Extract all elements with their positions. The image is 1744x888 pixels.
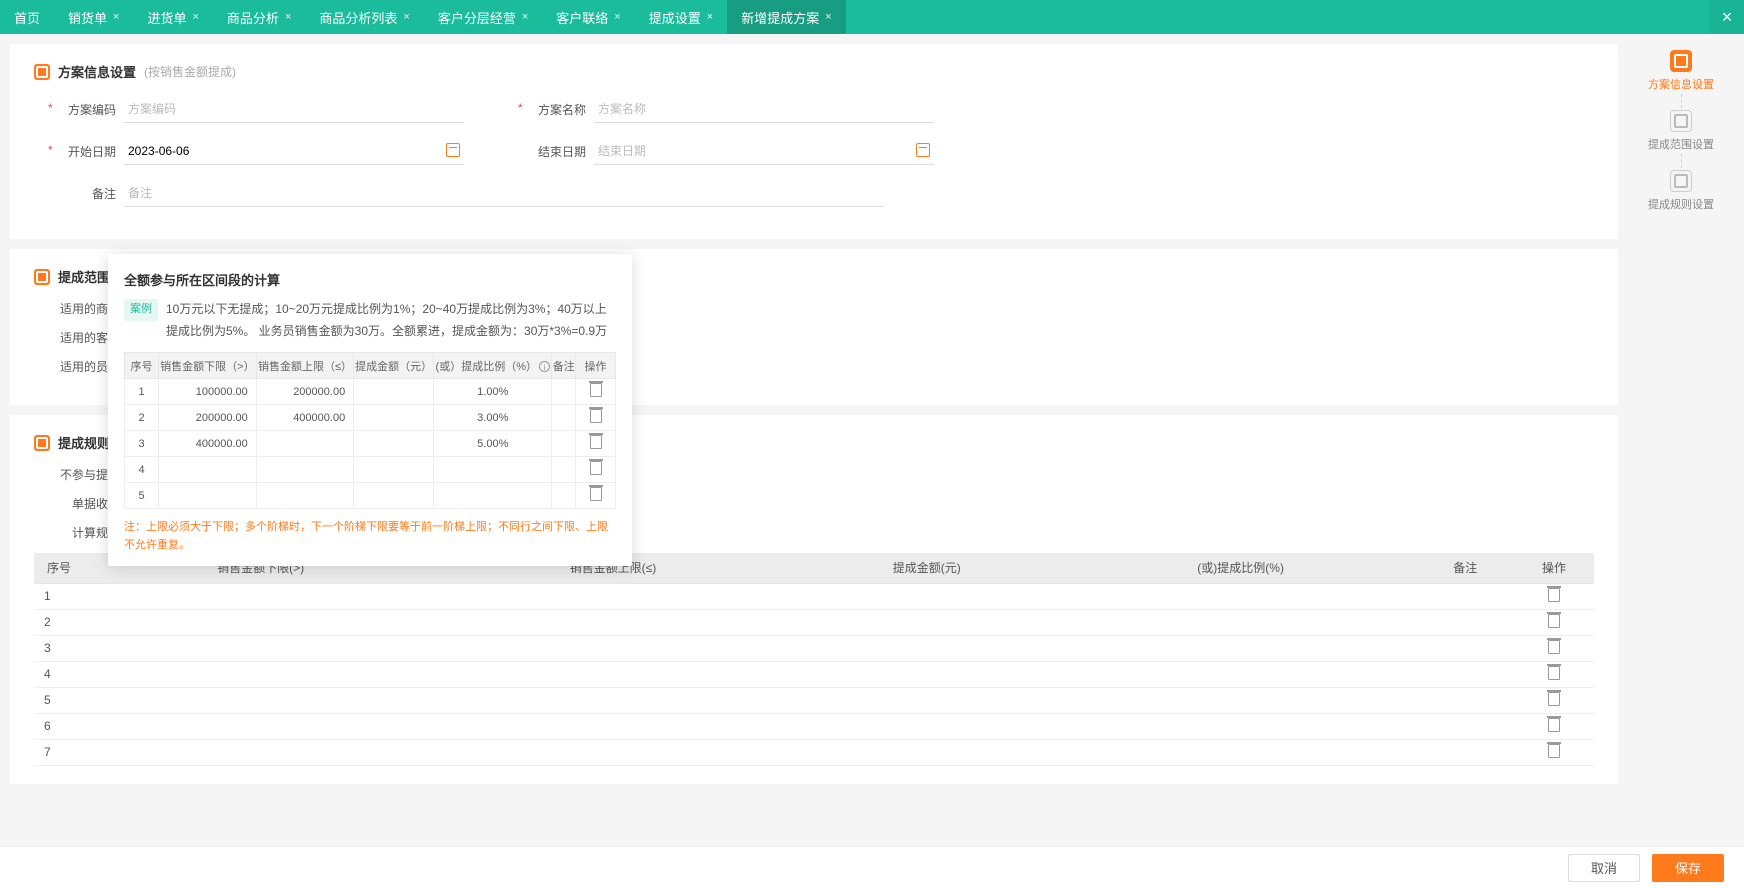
tab-商品分析[interactable]: 商品分析× bbox=[213, 0, 305, 34]
tab-close-icon[interactable]: × bbox=[614, 11, 620, 23]
tab-客户分层经营[interactable]: 客户分层经营× bbox=[424, 0, 542, 34]
popover-table: 序号销售金额下限（>）销售金额上限（≤）提成金额（元）(或）提成比例（%）i备注… bbox=[124, 352, 616, 509]
rules-row[interactable]: 5 bbox=[34, 687, 1594, 713]
tab-close-icon[interactable]: × bbox=[403, 11, 409, 23]
pop-th: 销售金额上限（≤） bbox=[256, 353, 353, 379]
tab-新增提成方案[interactable]: 新增提成方案× bbox=[727, 0, 845, 34]
delete-icon[interactable] bbox=[590, 461, 602, 475]
tab-客户联络[interactable]: 客户联络× bbox=[542, 0, 634, 34]
tab-close-icon[interactable]: × bbox=[285, 11, 291, 23]
section1-subtitle: (按销售金额提成) bbox=[144, 63, 236, 80]
pop-th: 备注 bbox=[552, 353, 576, 379]
delete-icon[interactable] bbox=[1548, 614, 1560, 628]
save-button[interactable]: 保存 bbox=[1652, 854, 1724, 882]
rules-row[interactable]: 4 bbox=[34, 661, 1594, 687]
rules-table: 序号销售金额下限(>)销售金额上限(≤)提成金额(元)(或)提成比例(%)备注操… bbox=[34, 553, 1594, 766]
code-input[interactable] bbox=[124, 95, 464, 123]
section-icon bbox=[34, 269, 50, 285]
footer-bar: 取消 保存 bbox=[0, 846, 1744, 888]
anchor-icon bbox=[1670, 50, 1692, 72]
calendar-icon[interactable] bbox=[916, 143, 930, 157]
rules-th: 操作 bbox=[1514, 553, 1594, 583]
anchor-step[interactable]: 方案信息设置 bbox=[1648, 50, 1714, 92]
tabbar-close-button[interactable]: × bbox=[1710, 0, 1744, 34]
remark-label: 备注 bbox=[34, 185, 124, 202]
end-date-label: 结束日期 bbox=[504, 143, 594, 160]
tab-close-icon[interactable]: × bbox=[522, 11, 528, 23]
pop-row: 2200000.00400000.003.00% bbox=[125, 405, 616, 431]
pop-row: 3400000.005.00% bbox=[125, 431, 616, 457]
pop-th: (或）提成比例（%）i bbox=[434, 353, 552, 379]
end-date-input[interactable] bbox=[594, 137, 934, 165]
delete-icon[interactable] bbox=[1548, 718, 1560, 732]
popover-title: 全额参与所在区间段的计算 bbox=[124, 270, 616, 289]
tab-close-icon[interactable]: × bbox=[707, 11, 713, 23]
delete-icon[interactable] bbox=[1548, 588, 1560, 602]
tab-销货单[interactable]: 销货单× bbox=[54, 0, 133, 34]
rules-th: 备注 bbox=[1416, 553, 1514, 583]
delete-icon[interactable] bbox=[1548, 692, 1560, 706]
rules-th: (或)提成比例(%) bbox=[1065, 553, 1417, 583]
tab-bar: 首页销货单×进货单×商品分析×商品分析列表×客户分层经营×客户联络×提成设置×新… bbox=[0, 0, 1744, 34]
remark-input[interactable] bbox=[124, 179, 884, 207]
tab-close-icon[interactable]: × bbox=[113, 11, 119, 23]
name-label: 方案名称 bbox=[504, 101, 594, 118]
pop-th: 提成金额（元） bbox=[354, 353, 434, 379]
name-input[interactable] bbox=[594, 95, 934, 123]
example-tag: 案例 bbox=[124, 299, 158, 321]
start-date-label: 开始日期 bbox=[34, 143, 124, 160]
popover-note: 注：上限必须大于下限；多个阶梯时，下一个阶梯下限要等于前一阶梯上限；不同行之间下… bbox=[124, 519, 616, 554]
tab-首页[interactable]: 首页 bbox=[0, 0, 54, 34]
tab-进货单[interactable]: 进货单× bbox=[133, 0, 212, 34]
pop-row: 4 bbox=[125, 457, 616, 483]
tab-close-icon[interactable]: × bbox=[825, 11, 831, 23]
cancel-button[interactable]: 取消 bbox=[1568, 854, 1640, 882]
pop-row: 5 bbox=[125, 483, 616, 509]
delete-icon[interactable] bbox=[590, 435, 602, 449]
example-popover: 全额参与所在区间段的计算 案例 10万元以下无提成；10~20万元提成比例为1%… bbox=[108, 254, 632, 566]
delete-icon[interactable] bbox=[1548, 666, 1560, 680]
tab-提成设置[interactable]: 提成设置× bbox=[635, 0, 727, 34]
delete-icon[interactable] bbox=[1548, 640, 1560, 654]
anchor-icon bbox=[1670, 110, 1692, 132]
rules-row[interactable]: 1 bbox=[34, 583, 1594, 609]
anchor-label: 提成规则设置 bbox=[1648, 196, 1714, 212]
delete-icon[interactable] bbox=[1548, 744, 1560, 758]
tab-商品分析列表[interactable]: 商品分析列表× bbox=[305, 0, 423, 34]
section1-title: 方案信息设置 bbox=[58, 62, 136, 81]
calendar-icon[interactable] bbox=[446, 143, 460, 157]
pop-th: 操作 bbox=[576, 353, 616, 379]
delete-icon[interactable] bbox=[590, 487, 602, 501]
rules-th: 序号 bbox=[34, 553, 84, 583]
tab-close-icon[interactable]: × bbox=[192, 11, 198, 23]
anchor-icon bbox=[1670, 170, 1692, 192]
pop-th: 销售金额下限（>） bbox=[159, 353, 257, 379]
delete-icon[interactable] bbox=[590, 409, 602, 423]
info-icon: i bbox=[539, 361, 550, 372]
rules-row[interactable]: 3 bbox=[34, 635, 1594, 661]
anchor-nav: 方案信息设置提成范围设置提成规则设置 bbox=[1628, 44, 1734, 834]
pop-row: 1100000.00200000.001.00% bbox=[125, 379, 616, 405]
delete-icon[interactable] bbox=[590, 383, 602, 397]
pop-th: 序号 bbox=[125, 353, 159, 379]
anchor-label: 方案信息设置 bbox=[1648, 76, 1714, 92]
panel-plan-info: 方案信息设置 (按销售金额提成) 方案编码 方案名称 开始日期 bbox=[10, 44, 1618, 239]
anchor-label: 提成范围设置 bbox=[1648, 136, 1714, 152]
section-icon bbox=[34, 435, 50, 451]
anchor-step[interactable]: 提成范围设置 bbox=[1648, 110, 1714, 152]
rules-row[interactable]: 7 bbox=[34, 739, 1594, 765]
rules-row[interactable]: 6 bbox=[34, 713, 1594, 739]
section-icon bbox=[34, 64, 50, 80]
rules-th: 提成金额(元) bbox=[789, 553, 1065, 583]
example-text: 10万元以下无提成；10~20万元提成比例为1%；20~40万提成比例为3%；4… bbox=[166, 299, 616, 342]
anchor-step[interactable]: 提成规则设置 bbox=[1648, 170, 1714, 212]
start-date-input[interactable] bbox=[124, 137, 464, 165]
code-label: 方案编码 bbox=[34, 101, 124, 118]
rules-row[interactable]: 2 bbox=[34, 609, 1594, 635]
